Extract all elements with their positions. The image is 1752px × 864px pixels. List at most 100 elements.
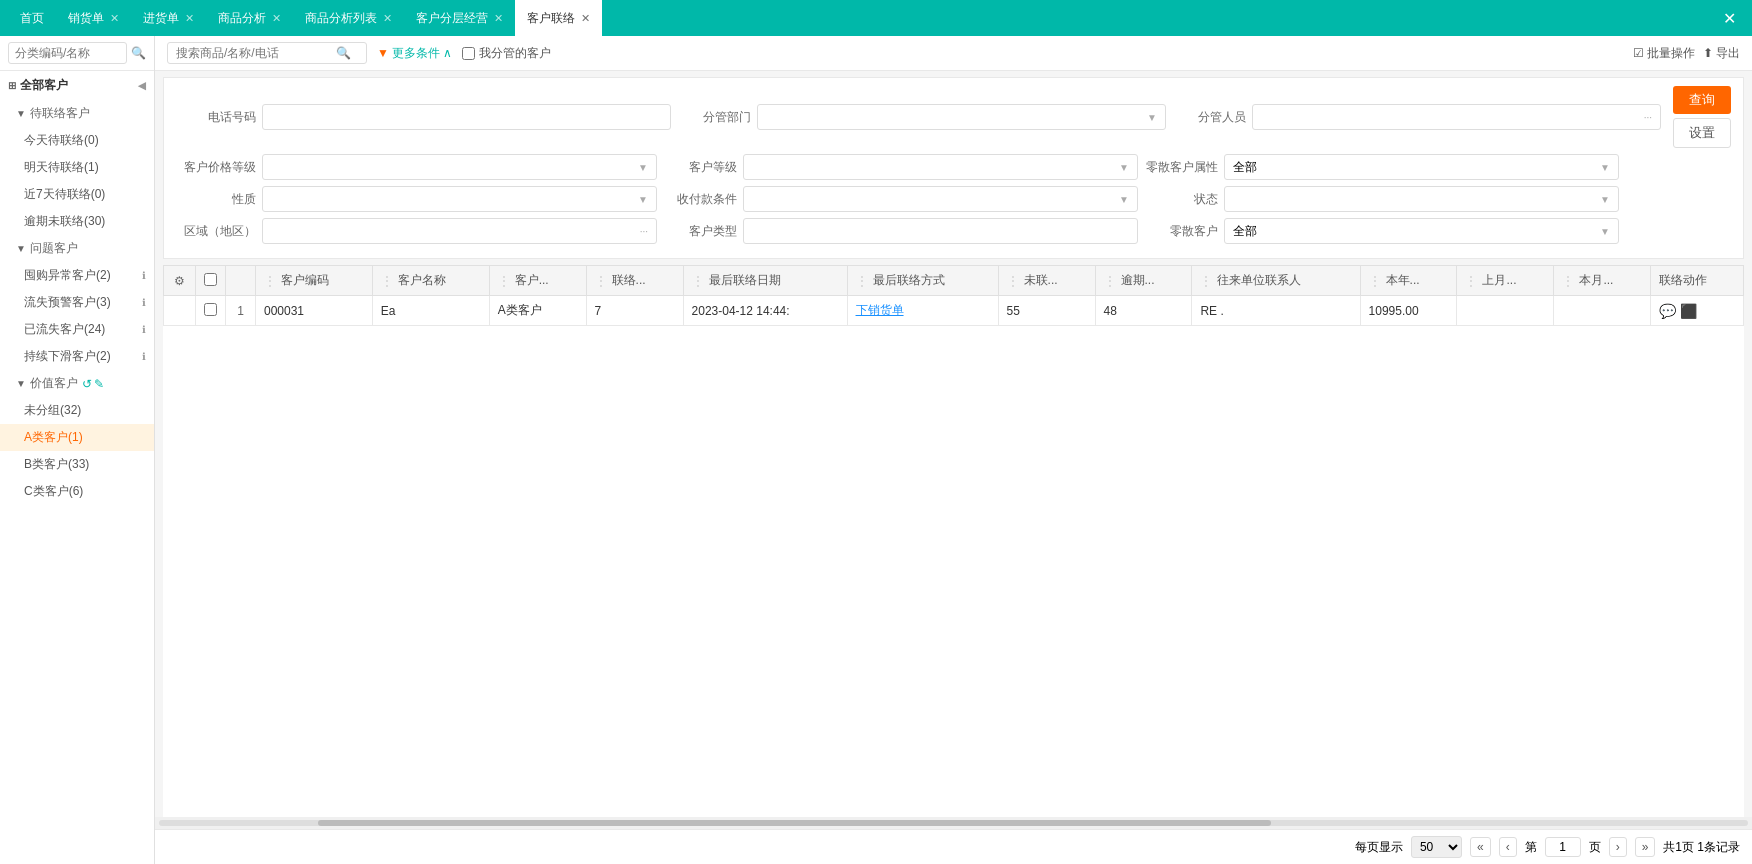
- row-last-method[interactable]: 下销货单: [847, 296, 998, 326]
- sidebar-search-icon[interactable]: 🔍: [131, 46, 146, 60]
- window-close-button[interactable]: ✕: [1715, 5, 1744, 32]
- col-this-year[interactable]: ⋮ 本年...: [1360, 266, 1457, 296]
- sidebar-item-churn-warning[interactable]: 流失预警客户(3) ℹ: [0, 289, 154, 316]
- col-this-month[interactable]: ⋮ 本月...: [1554, 266, 1651, 296]
- price-level-dropdown-icon: ▼: [638, 162, 648, 173]
- nav-tab-customer-contact[interactable]: 客户联络 ✕: [515, 0, 602, 36]
- sidebar-item-overdue-label: 逾期未联络(30): [24, 213, 105, 230]
- phone-input[interactable]: [262, 104, 671, 130]
- batch-operation-button[interactable]: ☑ 批量操作: [1633, 45, 1695, 62]
- sidebar-item-class-b[interactable]: B类客户(33): [0, 451, 154, 478]
- filter-search-input[interactable]: [176, 46, 336, 60]
- col-overdue[interactable]: ⋮ 逾期...: [1095, 266, 1192, 296]
- person-more-icon[interactable]: ···: [1644, 112, 1652, 123]
- last-method-resize-icon: ⋮: [856, 274, 868, 288]
- scrollbar-thumb[interactable]: [318, 820, 1271, 826]
- nav-tab-goods-analysis[interactable]: 商品分析 ✕: [206, 0, 293, 36]
- region-more-icon[interactable]: ···: [640, 226, 648, 237]
- horizontal-scrollbar[interactable]: [155, 817, 1752, 829]
- last-method-link[interactable]: 下销货单: [856, 303, 904, 317]
- row-checkbox-cell[interactable]: [196, 296, 226, 326]
- page-number-input[interactable]: [1545, 837, 1581, 857]
- nav-tab-goods-analysis-list[interactable]: 商品分析列表 ✕: [293, 0, 404, 36]
- churned-info-icon[interactable]: ℹ: [142, 324, 146, 335]
- sidebar-item-overdue[interactable]: 逾期未联络(30): [0, 208, 154, 235]
- col-overdue-label: 逾期...: [1121, 272, 1155, 289]
- payment-dropdown[interactable]: ▼: [743, 186, 1138, 212]
- sidebar-group-value[interactable]: ▼ 价值客户 ↺ ✎: [0, 370, 154, 397]
- col-not-contacted[interactable]: ⋮ 未联...: [998, 266, 1095, 296]
- nav-tab-customer-segment[interactable]: 客户分层经营 ✕: [404, 0, 515, 36]
- customer-type-input[interactable]: [743, 218, 1138, 244]
- col-type[interactable]: ⋮ 客户...: [489, 266, 586, 296]
- nav-tab-customer-contact-close[interactable]: ✕: [581, 12, 590, 25]
- nav-tab-sales[interactable]: 销货单 ✕: [56, 0, 131, 36]
- sidebar-item-class-a[interactable]: A类客户(1): [0, 424, 154, 451]
- customer-level-dropdown[interactable]: ▼: [743, 154, 1138, 180]
- col-last-date[interactable]: ⋮ 最后联络日期: [683, 266, 847, 296]
- nav-tab-purchase-close[interactable]: ✕: [185, 12, 194, 25]
- row-chat-icon[interactable]: 💬: [1659, 303, 1676, 319]
- value-group-edit-icon[interactable]: ✎: [94, 377, 104, 391]
- last-page-button[interactable]: »: [1635, 837, 1656, 857]
- row-checkbox[interactable]: [204, 303, 217, 316]
- page-size-select[interactable]: 50 100 200: [1411, 836, 1462, 858]
- declining-info-icon[interactable]: ℹ: [142, 351, 146, 362]
- filter-my-customer[interactable]: 我分管的客户: [462, 45, 551, 62]
- abnormal-info-icon[interactable]: ℹ: [142, 270, 146, 281]
- sidebar-item-class-c[interactable]: C类客户(6): [0, 478, 154, 505]
- region-input[interactable]: ···: [262, 218, 657, 244]
- col-settings[interactable]: ⚙: [164, 266, 196, 296]
- filter-cell-retail: 零散客户 全部 ▼: [1138, 218, 1619, 244]
- next-page-button[interactable]: ›: [1609, 837, 1627, 857]
- nav-tab-customer-segment-close[interactable]: ✕: [494, 12, 503, 25]
- nature-dropdown[interactable]: ▼: [262, 186, 657, 212]
- nav-tab-goods-analysis-close[interactable]: ✕: [272, 12, 281, 25]
- sidebar-item-churned[interactable]: 已流失客户(24) ℹ: [0, 316, 154, 343]
- sidebar-item-today[interactable]: 今天待联络(0): [0, 127, 154, 154]
- sidebar-item-7days[interactable]: 近7天待联络(0): [0, 181, 154, 208]
- col-code[interactable]: ⋮ 客户编码: [256, 266, 373, 296]
- sidebar-item-declining[interactable]: 持续下滑客户(2) ℹ: [0, 343, 154, 370]
- nav-tab-goods-list-close[interactable]: ✕: [383, 12, 392, 25]
- row-qr-icon[interactable]: ⬛: [1680, 303, 1697, 319]
- churn-warning-info-icon[interactable]: ℹ: [142, 297, 146, 308]
- retail-dropdown[interactable]: 全部 ▼: [1224, 218, 1619, 244]
- status-dropdown[interactable]: ▼: [1224, 186, 1619, 212]
- sidebar-group-pending[interactable]: ▼ 待联络客户: [0, 100, 154, 127]
- export-button[interactable]: ⬆ 导出: [1703, 45, 1740, 62]
- value-group-refresh-icon[interactable]: ↺: [82, 377, 92, 391]
- prev-page-button[interactable]: ‹: [1499, 837, 1517, 857]
- retail-attr-dropdown[interactable]: 全部 ▼: [1224, 154, 1619, 180]
- settings-button[interactable]: 设置: [1673, 118, 1731, 148]
- sidebar-item-abnormal[interactable]: 囤购异常客户(2) ℹ: [0, 262, 154, 289]
- col-last-method[interactable]: ⋮ 最后联络方式: [847, 266, 998, 296]
- first-page-button[interactable]: «: [1470, 837, 1491, 857]
- sidebar-item-unclassified[interactable]: 未分组(32): [0, 397, 154, 424]
- col-last-month[interactable]: ⋮ 上月...: [1457, 266, 1554, 296]
- nav-tab-purchase[interactable]: 进货单 ✕: [131, 0, 206, 36]
- price-level-dropdown[interactable]: ▼: [262, 154, 657, 180]
- filter-more-conditions[interactable]: ▼ 更多条件 ∧: [377, 45, 452, 62]
- nav-tab-home[interactable]: 首页: [8, 0, 56, 36]
- filter-search-icon[interactable]: 🔍: [336, 46, 351, 60]
- sidebar-group-problem[interactable]: ▼ 问题客户: [0, 235, 154, 262]
- query-button[interactable]: 查询: [1673, 86, 1731, 114]
- filter-row-1: 电话号码 分管部门 ▼ 分管人员 ···: [176, 86, 1731, 148]
- retail-attr-dropdown-icon: ▼: [1600, 162, 1610, 173]
- price-level-label: 客户价格等级: [176, 159, 256, 176]
- pending-arrow-icon: ▼: [16, 108, 26, 119]
- my-customer-checkbox[interactable]: [462, 47, 475, 60]
- scrollbar-track[interactable]: [159, 820, 1748, 826]
- sidebar-all-customers-header[interactable]: ⊞ 全部客户 ◀: [0, 71, 154, 100]
- select-all-checkbox[interactable]: [204, 273, 217, 286]
- sidebar-item-tomorrow[interactable]: 明天待联络(1): [0, 154, 154, 181]
- dept-dropdown[interactable]: ▼: [757, 104, 1166, 130]
- person-input[interactable]: ···: [1252, 104, 1661, 130]
- sidebar-search-input[interactable]: [8, 42, 127, 64]
- col-name[interactable]: ⋮ 客户名称: [372, 266, 489, 296]
- col-contact-person[interactable]: ⋮ 往来单位联系人: [1192, 266, 1360, 296]
- nav-tab-sales-close[interactable]: ✕: [110, 12, 119, 25]
- collapse-icon[interactable]: ◀: [138, 80, 146, 91]
- col-contact-count[interactable]: ⋮ 联络...: [586, 266, 683, 296]
